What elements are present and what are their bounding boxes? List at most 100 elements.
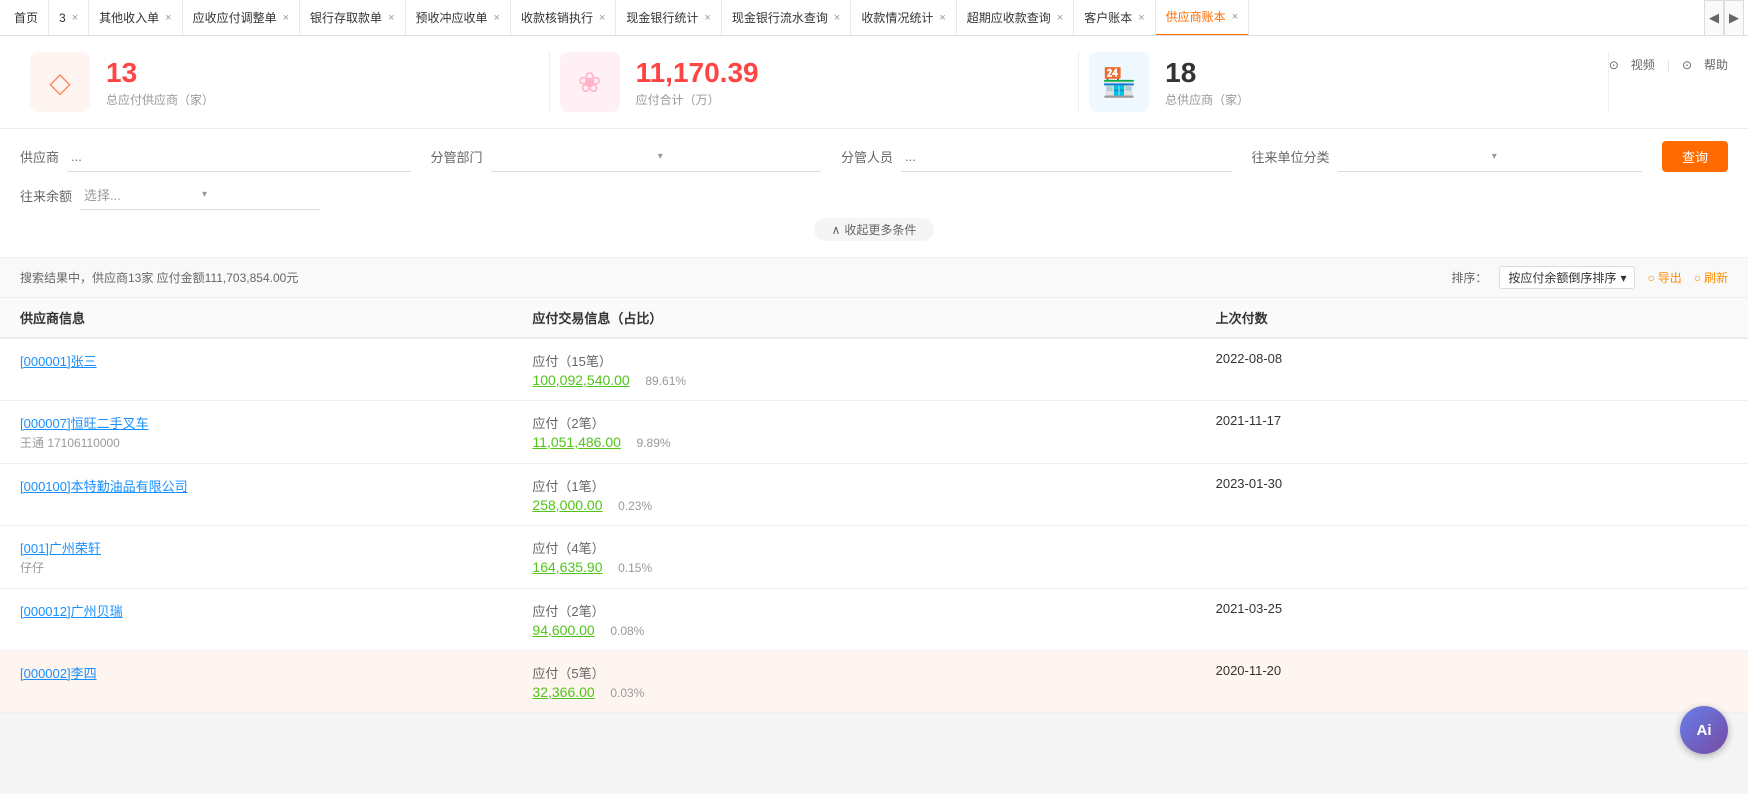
supplier-link[interactable]: [001]广州荣轩 [20, 541, 101, 556]
collapse-filters-button[interactable]: ∧ 收起更多条件 [814, 218, 934, 241]
nav-tab-collection-stats-label: 收款情况统计 [861, 9, 933, 26]
close-icon[interactable]: × [834, 12, 840, 24]
nav-tab-3[interactable]: 3 × [49, 0, 89, 36]
export-label: 导出 [1658, 269, 1682, 286]
supplier-input[interactable] [67, 142, 410, 172]
trans-label: 应付（15笔） [532, 351, 1215, 370]
transaction-info: 应付（2笔） 94,600.00 0.08% [532, 601, 1215, 638]
trans-amount[interactable]: 11,051,486.00 [532, 434, 621, 450]
lastpay-value: 2021-03-25 [1216, 601, 1283, 616]
supplier-link[interactable]: [000002]李四 [20, 666, 97, 681]
nav-tab-overdue[interactable]: 超期应收款查询 × [957, 0, 1074, 36]
trans-percent: 89.61% [645, 374, 686, 388]
video-link[interactable]: 视频 [1631, 56, 1655, 73]
person-input[interactable] [901, 142, 1231, 172]
trans-amount[interactable]: 164,635.90 [532, 559, 602, 575]
nav-tab-overdue-label: 超期应收款查询 [967, 9, 1051, 26]
dept-label: 分管部门 [431, 147, 483, 166]
trans-amount[interactable]: 94,600.00 [532, 622, 594, 638]
supplier-link[interactable]: [000007]恒旺二手叉车 [20, 416, 149, 431]
close-icon[interactable]: × [283, 12, 289, 24]
refresh-icon: ○ [1694, 271, 1701, 285]
trans-amount[interactable]: 258,000.00 [532, 497, 602, 513]
nav-tab-cash-bank-flow[interactable]: 现金银行流水查询 × [722, 0, 851, 36]
total-payable-icon: ❀ [560, 52, 620, 112]
lastpay-value: 2023-01-30 [1216, 476, 1283, 491]
nav-tab-collection[interactable]: 收款核销执行 × [511, 0, 616, 36]
result-text: 搜索结果中，供应商13家 应付金额111,703,854.00元 [20, 269, 298, 286]
balance-select[interactable]: 选择... ▾ [80, 180, 320, 210]
transaction-info: 应付（2笔） 11,051,486.00 9.89% [532, 413, 1215, 450]
supplier-info: [000001]张三 [20, 351, 532, 372]
supplier-info: [000100]本特勤油品有限公司 [20, 476, 532, 497]
close-icon[interactable]: × [494, 12, 500, 24]
table-row: [001]广州荣轩 仔仔 应付（4笔） 164,635.90 0.15% [0, 526, 1748, 589]
close-icon[interactable]: × [1138, 12, 1144, 24]
collapse-label: 收起更多条件 [844, 221, 916, 238]
close-icon[interactable]: × [939, 12, 945, 24]
nav-tab-cash-bank-stats[interactable]: 现金银行统计 × [616, 0, 721, 36]
close-icon[interactable]: × [1057, 12, 1063, 24]
export-button[interactable]: ○ 导出 [1647, 269, 1681, 286]
nav-tab-home[interactable]: 首页 [4, 0, 49, 36]
nav-prev-arrow[interactable]: ◀ [1704, 0, 1724, 36]
ai-button-label: Ai [1697, 722, 1712, 739]
payable-suppliers-label: 总应付供应商（家） [106, 91, 214, 108]
category-label: 往来单位分类 [1252, 147, 1330, 166]
dept-select[interactable]: ▾ [491, 142, 821, 172]
nav-tab-bank[interactable]: 银行存取款单 × [300, 0, 405, 36]
close-icon[interactable]: × [704, 12, 710, 24]
table-body: [000001]张三 应付（15笔） 100,092,540.00 89.61%… [0, 339, 1748, 713]
transaction-info: 应付（1笔） 258,000.00 0.23% [532, 476, 1215, 513]
nav-tab-other-income[interactable]: 其他收入单 × [89, 0, 182, 36]
lastpay-date: 2021-11-17 [1216, 413, 1728, 428]
col-header-transaction: 应付交易信息（占比） [532, 308, 1215, 327]
chevron-down-icon: ▾ [1492, 151, 1638, 162]
total-payable-value: 11,170.39 [636, 56, 759, 90]
supplier-link[interactable]: [000001]张三 [20, 354, 97, 369]
supplier-link[interactable]: [000100]本特勤油品有限公司 [20, 479, 188, 494]
chevron-down-icon: ▾ [658, 151, 817, 162]
supplier-name: [000001]张三 [20, 351, 532, 370]
sort-button[interactable]: 按应付余额倒序排序 ▾ [1499, 266, 1635, 289]
table-area: 供应商信息 应付交易信息（占比） 上次付数 [000001]张三 应付（15笔）… [0, 298, 1748, 713]
nav-tab-prepay-label: 预收冲应收单 [416, 9, 488, 26]
balance-label: 往来余额 [20, 186, 72, 205]
video-icon: ⊙ [1609, 58, 1619, 72]
category-select[interactable]: ▾ [1338, 142, 1642, 172]
collapse-icon: ∧ [832, 223, 841, 237]
nav-next-arrow[interactable]: ▶ [1724, 0, 1744, 36]
lastpay-date: 2022-08-08 [1216, 351, 1728, 366]
table-row: [000012]广州贝瑞 应付（2笔） 94,600.00 0.08% 2021… [0, 589, 1748, 651]
ai-button[interactable]: Ai [1680, 706, 1728, 754]
nav-tab-3-label: 3 [59, 11, 66, 25]
close-icon[interactable]: × [388, 12, 394, 24]
search-button[interactable]: 查询 [1662, 141, 1728, 172]
nav-tab-home-label: 首页 [14, 9, 38, 26]
refresh-button[interactable]: ○ 刷新 [1694, 269, 1728, 286]
lastpay-value: 2021-11-17 [1216, 413, 1282, 428]
col-header-lastpay: 上次付数 [1216, 308, 1728, 327]
filter-dept: 分管部门 ▾ [431, 142, 822, 172]
close-icon[interactable]: × [72, 12, 78, 24]
nav-tab-customer-ledger[interactable]: 客户账本 × [1074, 0, 1155, 36]
supplier-link[interactable]: [000012]广州贝瑞 [20, 604, 123, 619]
close-icon[interactable]: × [1232, 11, 1238, 23]
help-link[interactable]: 帮助 [1704, 56, 1728, 73]
nav-tab-prepay[interactable]: 预收冲应收单 × [406, 0, 511, 36]
nav-tab-collection-label: 收款核销执行 [521, 9, 593, 26]
nav-tab-collection-stats[interactable]: 收款情况统计 × [851, 0, 956, 36]
summary-card-total-suppliers: 🏪 18 总供应商（家） [1079, 52, 1609, 112]
total-suppliers-value: 18 [1165, 56, 1249, 90]
nav-tab-adjust[interactable]: 应收应付调整单 × [183, 0, 300, 36]
trans-amount[interactable]: 32,366.00 [532, 684, 594, 700]
nav-tab-supplier-ledger[interactable]: 供应商账本 × [1156, 0, 1249, 36]
close-icon[interactable]: × [599, 12, 605, 24]
trans-amount[interactable]: 100,092,540.00 [532, 372, 629, 388]
trans-label: 应付（2笔） [532, 413, 1215, 432]
nav-tab-cash-bank-flow-label: 现金银行流水查询 [732, 9, 828, 26]
close-icon[interactable]: × [165, 12, 171, 24]
trans-label: 应付（2笔） [532, 601, 1215, 620]
nav-tab-other-income-label: 其他收入单 [99, 9, 159, 26]
total-suppliers-icon: 🏪 [1089, 52, 1149, 112]
